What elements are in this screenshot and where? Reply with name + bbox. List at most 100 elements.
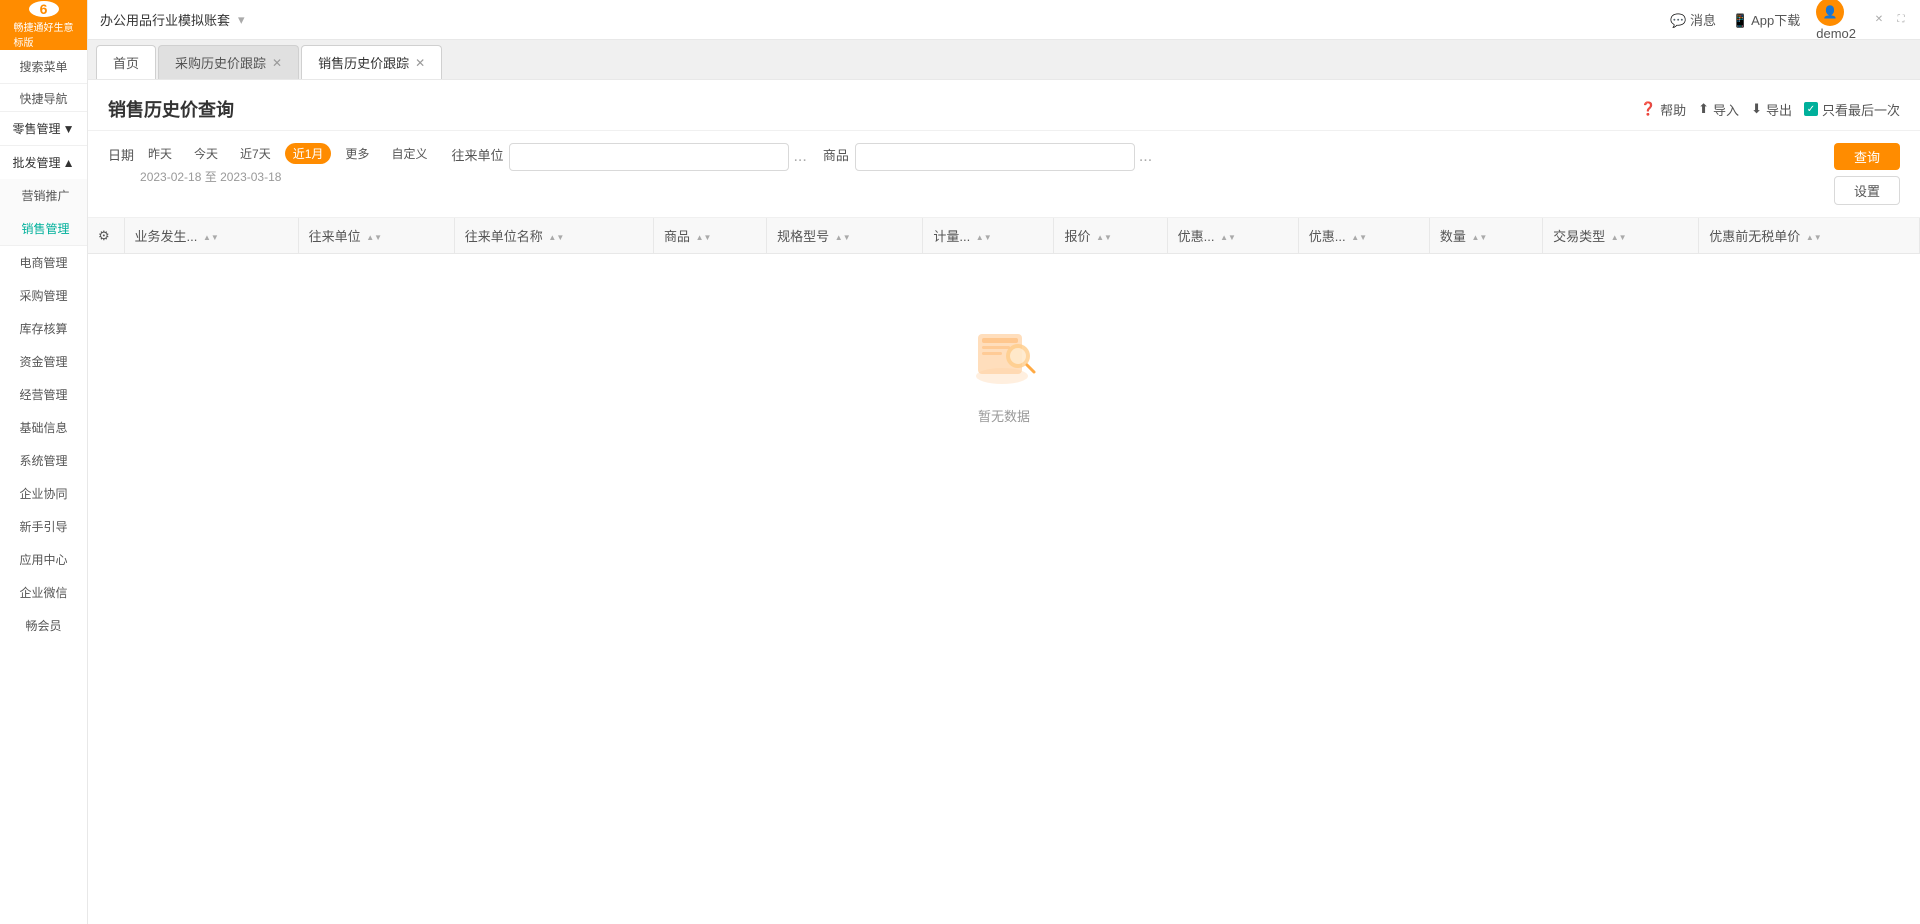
sidebar-item-ecommerce[interactable]: 电商管理 [0,246,87,279]
th-pretax-price[interactable]: 优惠前无税单价 ▲▼ [1699,218,1920,254]
th-product[interactable]: 商品 ▲▼ [653,218,766,254]
sidebar-search[interactable]: 搜索菜单 [0,50,87,84]
checkbox-icon: ✓ [1804,102,1818,116]
export-btn[interactable]: ⬇ 导出 [1751,100,1792,119]
tab-purchase-history[interactable]: 采购历史价跟踪 ✕ [158,45,299,79]
th-partner-code[interactable]: 往来单位 ▲▼ [298,218,454,254]
query-button[interactable]: 查询 [1834,143,1900,170]
messages-btn[interactable]: 💬 消息 [1670,10,1716,29]
date-options: 昨天 今天 近7天 近1月 更多 自定义 [140,143,435,164]
th-partner-name[interactable]: 往来单位名称 ▲▼ [454,218,653,254]
date-btn-more[interactable]: 更多 [337,143,377,164]
sidebar-group-wholesale: 批发管理 ▲ 营销推广 销售管理 [0,146,87,246]
tab-purchase-close[interactable]: ✕ [272,57,282,69]
topbar-dropdown-icon[interactable]: ▾ [238,12,245,28]
sidebar-item-wechat[interactable]: 企业微信 [0,576,87,609]
topbar: 办公用品行业模拟账套 ▾ 💬 消息 📱 App下载 👤 demo2 ✕ ⛶ [88,0,1920,40]
sidebar-group-retail: 零售管理 ▼ [0,112,87,146]
date-btn-7days[interactable]: 近7天 [232,143,279,164]
th-gear[interactable]: ⚙ [88,218,124,254]
maximize-window-btn[interactable]: ⛶ [1894,13,1908,27]
product-dots[interactable]: ... [1139,148,1152,166]
sidebar-item-member[interactable]: 畅会员 [0,609,87,642]
filter-partner: 往来单位 ... [451,143,806,171]
tab-home[interactable]: 首页 [96,45,156,79]
topbar-left: 办公用品行业模拟账套 ▾ [100,10,245,29]
sidebar-item-apps[interactable]: 应用中心 [0,543,87,576]
empty-state: 暂无数据 [88,254,1920,485]
date-btn-today[interactable]: 今天 [186,143,226,164]
close-window-btn[interactable]: ✕ [1872,13,1886,27]
gear-icon[interactable]: ⚙ [98,228,110,243]
tab-home-label: 首页 [113,53,139,72]
sidebar-item-operations[interactable]: 经营管理 [0,378,87,411]
retail-label: 零售管理 [13,120,61,137]
filter-partner-label: 往来单位 [451,143,503,164]
filter-bar: 日期 昨天 今天 近7天 近1月 更多 自定义 2023-02-18 至 202… [88,131,1920,218]
filter-actions: 查询 设置 [1834,143,1900,205]
tab-sales-close[interactable]: ✕ [415,57,425,69]
sidebar-item-sales[interactable]: 销售管理 [0,212,87,245]
th-discount2[interactable]: 优惠... ▲▼ [1298,218,1429,254]
th-spec[interactable]: 规格型号 ▲▼ [767,218,923,254]
logo-text: 畅捷通好生意 标版 [14,19,74,49]
topbar-title: 办公用品行业模拟账套 [100,10,230,29]
sort-icon-unit: ▲▼ [976,233,992,242]
main: 办公用品行业模拟账套 ▾ 💬 消息 📱 App下载 👤 demo2 ✕ ⛶ [88,0,1920,924]
sort-icon-discount1: ▲▼ [1220,233,1236,242]
sort-icon-discount2: ▲▼ [1351,233,1367,242]
filter-product-select: ... [855,143,1152,171]
user-avatar: 👤 [1816,0,1844,26]
user-profile[interactable]: 👤 demo2 [1816,0,1856,41]
date-btn-1month[interactable]: 近1月 [285,143,332,164]
message-icon: 💬 [1670,13,1686,28]
tab-purchase-label: 采购历史价跟踪 [175,53,266,72]
table-header-row: ⚙ 业务发生... ▲▼ 往来单位 ▲▼ 往来单位名称 ▲▼ [88,218,1920,254]
sidebar-item-finance[interactable]: 资金管理 [0,345,87,378]
th-discount1[interactable]: 优惠... ▲▼ [1167,218,1298,254]
only-last-checkbox[interactable]: ✓ 只看最后一次 [1804,100,1900,119]
sort-icon-price: ▲▼ [1096,233,1112,242]
page-actions: ❓ 帮助 ⬆ 导入 ⬇ 导出 ✓ 只看最后一次 [1640,100,1900,119]
sidebar-logo: 6 畅捷通好生意 标版 [0,0,87,50]
sidebar-group-header-wholesale[interactable]: 批发管理 ▲ [0,146,87,179]
filter-partner-select: ... [509,143,806,171]
sidebar-item-purchase[interactable]: 采购管理 [0,279,87,312]
sidebar-item-system[interactable]: 系统管理 [0,444,87,477]
sidebar-group-header-retail[interactable]: 零售管理 ▼ [0,112,87,145]
page-header: 销售历史价查询 ❓ 帮助 ⬆ 导入 ⬇ 导出 ✓ 只看最后一次 [88,80,1920,131]
sidebar-item-beginner[interactable]: 新手引导 [0,510,87,543]
tab-sales-label: 销售历史价跟踪 [318,53,409,72]
sort-icon-partner-code: ▲▼ [366,233,382,242]
partner-input[interactable] [509,143,789,171]
sidebar-nav-label[interactable]: 快捷导航 [0,84,87,112]
filter-date-label: 日期 [108,143,134,164]
sidebar-item-marketing[interactable]: 营销推广 [0,179,87,212]
app-download-btn[interactable]: 📱 App下载 [1732,10,1800,29]
filter-product-label: 商品 [823,143,849,164]
sidebar-item-inventory[interactable]: 库存核算 [0,312,87,345]
logo-icon: 6 [29,1,59,17]
help-btn[interactable]: ❓ 帮助 [1640,100,1686,119]
sidebar-item-enterprise[interactable]: 企业协同 [0,477,87,510]
th-biz-date[interactable]: 业务发生... ▲▼ [124,218,298,254]
th-trade-type[interactable]: 交易类型 ▲▼ [1543,218,1699,254]
settings-button[interactable]: 设置 [1834,176,1900,205]
import-btn[interactable]: ⬆ 导入 [1698,100,1739,119]
table-container[interactable]: ⚙ 业务发生... ▲▼ 往来单位 ▲▼ 往来单位名称 ▲▼ [88,218,1920,924]
tab-sales-history[interactable]: 销售历史价跟踪 ✕ [301,45,442,79]
topbar-right: 💬 消息 📱 App下载 👤 demo2 ✕ ⛶ [1670,0,1908,41]
sidebar-item-basic[interactable]: 基础信息 [0,411,87,444]
partner-dots[interactable]: ... [793,148,806,166]
date-btn-custom[interactable]: 自定义 [383,143,435,164]
th-unit[interactable]: 计量... ▲▼ [923,218,1054,254]
sort-icon-quantity: ▲▼ [1472,233,1488,242]
th-quantity[interactable]: 数量 ▲▼ [1429,218,1542,254]
page-content: 销售历史价查询 ❓ 帮助 ⬆ 导入 ⬇ 导出 ✓ 只看最后一次 [88,80,1920,924]
page-title: 销售历史价查询 [108,96,234,122]
th-price[interactable]: 报价 ▲▼ [1054,218,1167,254]
wholesale-label: 批发管理 [13,154,61,171]
date-btn-yesterday[interactable]: 昨天 [140,143,180,164]
product-input[interactable] [855,143,1135,171]
sort-icon-spec: ▲▼ [835,233,851,242]
